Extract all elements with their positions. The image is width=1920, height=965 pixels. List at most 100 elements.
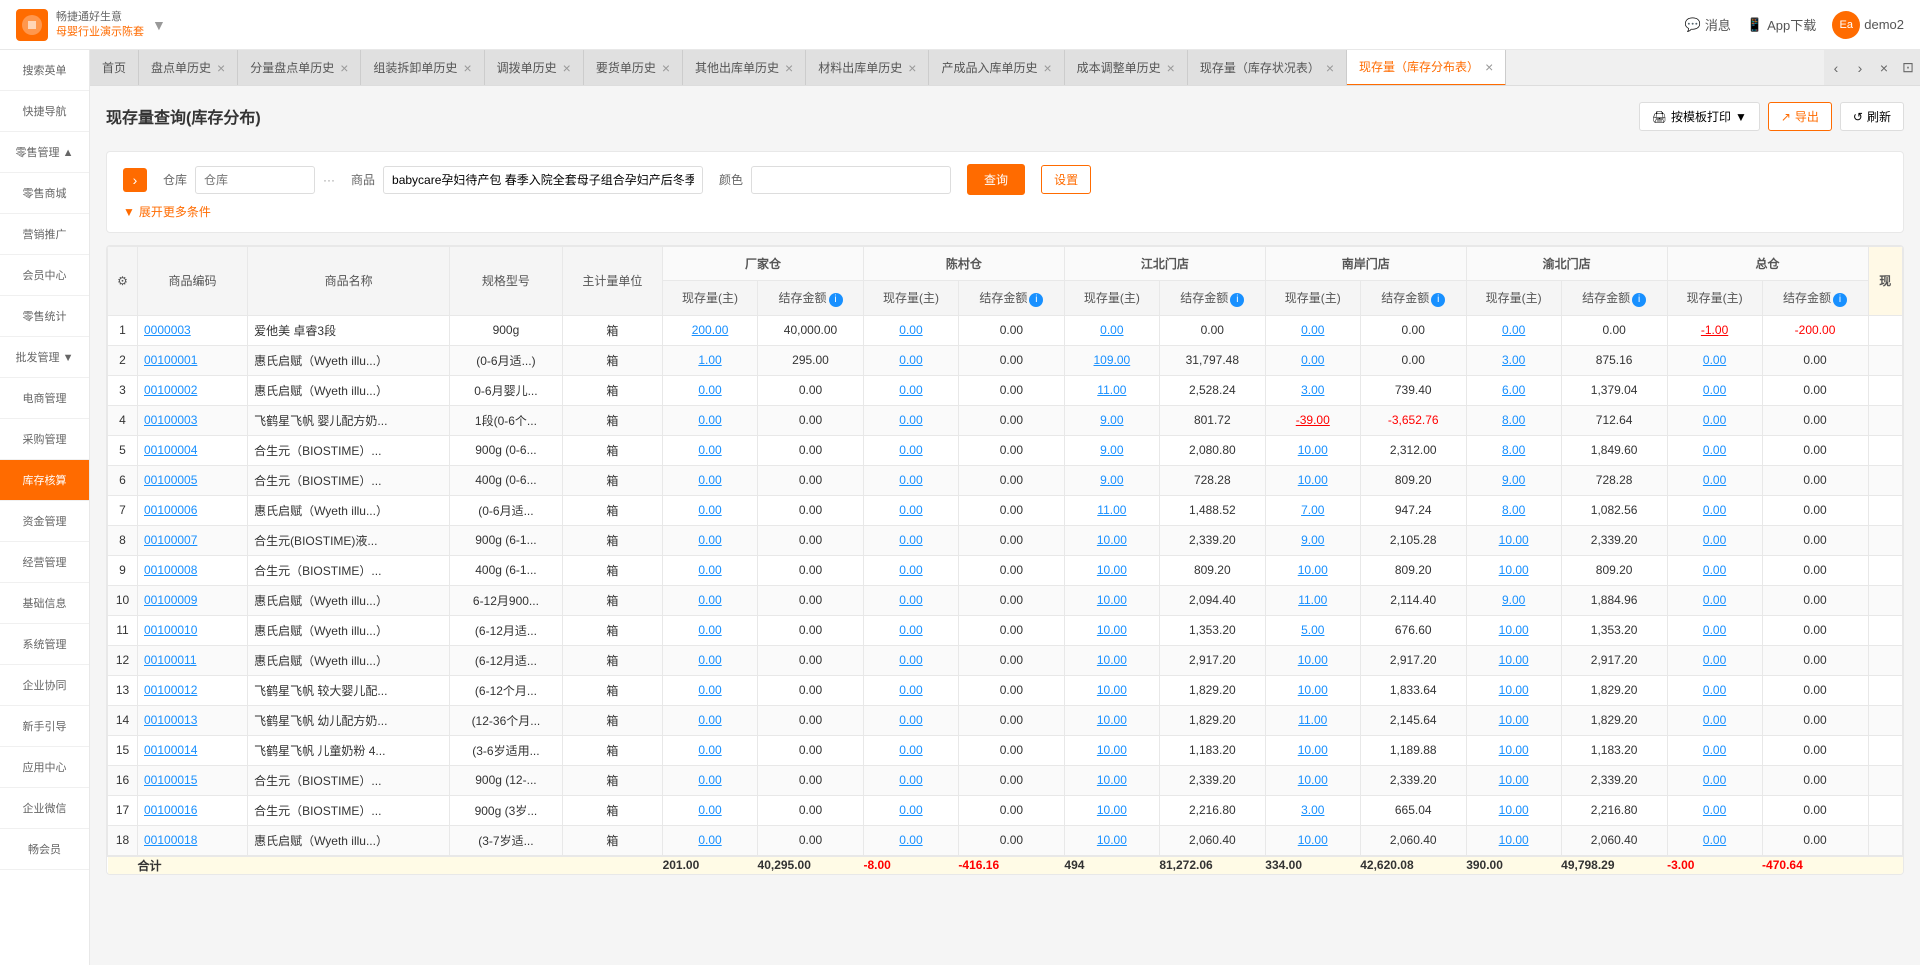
row-c4-qty[interactable]: 10.00 xyxy=(1265,645,1360,675)
tab-close-cost-adjust[interactable]: × xyxy=(1167,61,1175,75)
settings-btn[interactable]: 设置 xyxy=(1041,165,1091,194)
row-c2-qty[interactable]: 0.00 xyxy=(863,615,958,645)
row-c1-qty[interactable]: 0.00 xyxy=(663,735,758,765)
row-c2-qty[interactable]: 0.00 xyxy=(863,465,958,495)
row-code[interactable]: 00100002 xyxy=(138,375,248,405)
row-c3-qty[interactable]: 11.00 xyxy=(1064,495,1159,525)
row-total-qty[interactable]: 0.00 xyxy=(1667,705,1762,735)
row-c1-qty[interactable]: 0.00 xyxy=(663,765,758,795)
row-c5-qty[interactable]: 10.00 xyxy=(1466,705,1561,735)
row-c3-qty[interactable]: 11.00 xyxy=(1064,375,1159,405)
tab-close-requisition[interactable]: × xyxy=(662,61,670,75)
color-input[interactable] xyxy=(751,166,951,194)
row-c5-qty[interactable]: 3.00 xyxy=(1466,345,1561,375)
row-c5-qty[interactable]: 9.00 xyxy=(1466,585,1561,615)
sidebar-item-search[interactable]: 搜索英单 xyxy=(0,50,89,91)
tab-close-finished-inbound[interactable]: × xyxy=(1043,61,1051,75)
row-c5-qty[interactable]: 8.00 xyxy=(1466,405,1561,435)
sidebar-item-system[interactable]: 系统管理 xyxy=(0,624,89,665)
sidebar-item-finance[interactable]: 资金管理 xyxy=(0,501,89,542)
row-code[interactable]: 00100014 xyxy=(138,735,248,765)
row-c1-qty[interactable]: 0.00 xyxy=(663,375,758,405)
row-c4-qty[interactable]: 10.00 xyxy=(1265,765,1360,795)
c2-amt-info-icon[interactable]: i xyxy=(1029,293,1043,307)
sidebar-item-quicknav[interactable]: 快捷导航 xyxy=(0,91,89,132)
message-btn[interactable]: 💬 消息 xyxy=(1685,15,1731,34)
tab-home[interactable]: 首页 xyxy=(90,50,139,86)
row-c4-qty[interactable]: 7.00 xyxy=(1265,495,1360,525)
user-menu-btn[interactable]: Ea demo2 xyxy=(1832,11,1904,39)
tab-close-transfer[interactable]: × xyxy=(563,61,571,75)
tab-close-other-outbound[interactable]: × xyxy=(785,61,793,75)
row-code[interactable]: 0000003 xyxy=(138,315,248,345)
row-c3-qty[interactable]: 10.00 xyxy=(1064,705,1159,735)
row-code[interactable]: 00100007 xyxy=(138,525,248,555)
row-c3-qty[interactable]: 10.00 xyxy=(1064,525,1159,555)
row-c4-qty[interactable]: 10.00 xyxy=(1265,825,1360,856)
row-c4-qty[interactable]: 10.00 xyxy=(1265,735,1360,765)
tab-finished-inbound[interactable]: 产成品入库单历史 × xyxy=(929,50,1064,86)
tab-expand-btn[interactable]: ⊡ xyxy=(1896,50,1920,86)
row-c5-qty[interactable]: 10.00 xyxy=(1466,735,1561,765)
row-total-qty[interactable]: 0.00 xyxy=(1667,375,1762,405)
row-c4-qty[interactable]: 10.00 xyxy=(1265,675,1360,705)
row-total-qty[interactable]: 0.00 xyxy=(1667,495,1762,525)
row-c2-qty[interactable]: 0.00 xyxy=(863,555,958,585)
row-c4-qty[interactable]: 11.00 xyxy=(1265,705,1360,735)
row-c1-qty[interactable]: 0.00 xyxy=(663,525,758,555)
tab-next-btn[interactable]: › xyxy=(1848,50,1872,86)
row-total-qty[interactable]: 0.00 xyxy=(1667,585,1762,615)
row-c1-qty[interactable]: 0.00 xyxy=(663,675,758,705)
row-c5-qty[interactable]: 10.00 xyxy=(1466,555,1561,585)
row-c1-qty[interactable]: 0.00 xyxy=(663,495,758,525)
row-c1-qty[interactable]: 0.00 xyxy=(663,555,758,585)
row-c4-qty[interactable]: 9.00 xyxy=(1265,525,1360,555)
tab-stock-status[interactable]: 现存量（库存状况表） × xyxy=(1188,50,1347,86)
row-total-qty[interactable]: 0.00 xyxy=(1667,645,1762,675)
row-c1-qty[interactable]: 200.00 xyxy=(663,315,758,345)
tab-partial-check[interactable]: 分量盘点单历史 × xyxy=(238,50,361,86)
row-c1-qty[interactable]: 0.00 xyxy=(663,585,758,615)
row-c1-qty[interactable]: 0.00 xyxy=(663,435,758,465)
row-c1-qty[interactable]: 1.00 xyxy=(663,345,758,375)
tab-inventory-check[interactable]: 盘点单历史 × xyxy=(139,50,238,86)
row-code[interactable]: 00100016 xyxy=(138,795,248,825)
tab-other-outbound[interactable]: 其他出库单历史 × xyxy=(683,50,806,86)
row-code[interactable]: 00100010 xyxy=(138,615,248,645)
tab-cost-adjust[interactable]: 成本调整单历史 × xyxy=(1065,50,1188,86)
row-c4-qty[interactable]: 10.00 xyxy=(1265,555,1360,585)
row-c2-qty[interactable]: 0.00 xyxy=(863,765,958,795)
row-c5-qty[interactable]: 10.00 xyxy=(1466,645,1561,675)
row-c5-qty[interactable]: 10.00 xyxy=(1466,765,1561,795)
row-c5-qty[interactable]: 6.00 xyxy=(1466,375,1561,405)
row-total-qty[interactable]: 0.00 xyxy=(1667,795,1762,825)
row-c5-qty[interactable]: 10.00 xyxy=(1466,675,1561,705)
sidebar-item-retail-stats[interactable]: 零售统计 xyxy=(0,296,89,337)
sidebar-item-retail-manage[interactable]: 零售管理 ▲ xyxy=(0,132,89,173)
row-c2-qty[interactable]: 0.00 xyxy=(863,405,958,435)
row-total-qty[interactable]: 0.00 xyxy=(1667,345,1762,375)
row-c5-qty[interactable]: 10.00 xyxy=(1466,825,1561,856)
sidebar-item-ecommerce[interactable]: 电商管理 xyxy=(0,378,89,419)
row-c2-qty[interactable]: 0.00 xyxy=(863,525,958,555)
row-code[interactable]: 00100008 xyxy=(138,555,248,585)
c5-amt-info-icon[interactable]: i xyxy=(1632,293,1646,307)
row-c2-qty[interactable]: 0.00 xyxy=(863,795,958,825)
row-c1-qty[interactable]: 0.00 xyxy=(663,405,758,435)
expand-conditions-btn[interactable]: ▼ 展开更多条件 xyxy=(123,203,1887,220)
row-c3-qty[interactable]: 10.00 xyxy=(1064,675,1159,705)
row-code[interactable]: 00100001 xyxy=(138,345,248,375)
row-c5-qty[interactable]: 8.00 xyxy=(1466,435,1561,465)
row-c4-qty[interactable]: 0.00 xyxy=(1265,315,1360,345)
row-c2-qty[interactable]: 0.00 xyxy=(863,435,958,465)
row-c3-qty[interactable]: 109.00 xyxy=(1064,345,1159,375)
row-total-qty[interactable]: 0.00 xyxy=(1667,435,1762,465)
row-code[interactable]: 00100015 xyxy=(138,765,248,795)
tab-close-inventory-check[interactable]: × xyxy=(217,61,225,75)
product-input[interactable] xyxy=(383,166,703,194)
row-code[interactable]: 00100009 xyxy=(138,585,248,615)
row-c3-qty[interactable]: 10.00 xyxy=(1064,645,1159,675)
sidebar-item-inventory[interactable]: 库存核算 xyxy=(0,460,89,501)
row-c3-qty[interactable]: 0.00 xyxy=(1064,315,1159,345)
row-code[interactable]: 00100006 xyxy=(138,495,248,525)
